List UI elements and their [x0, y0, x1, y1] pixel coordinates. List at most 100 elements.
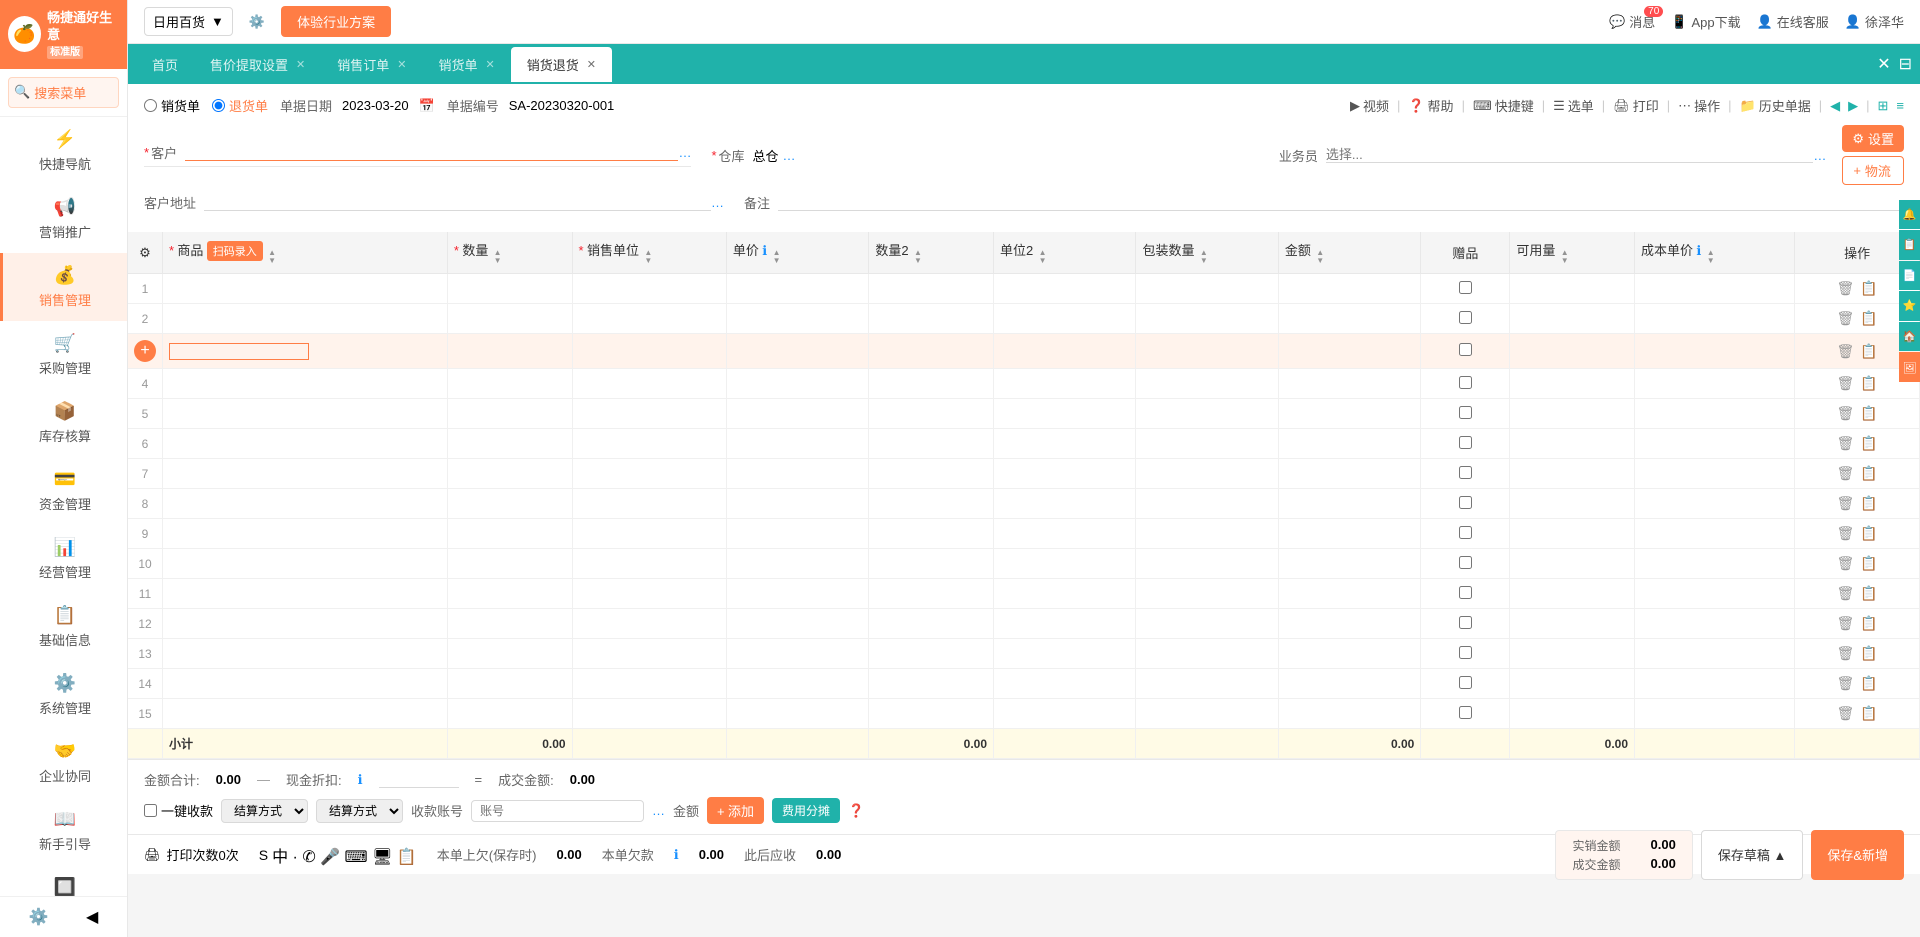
sidebar-item-finance[interactable]: 💳 资金管理	[0, 457, 127, 525]
unit2-sort[interactable]: ▲▼	[1039, 249, 1047, 265]
delete-row-2-btn[interactable]: 🗑	[1837, 310, 1855, 327]
amount-sort[interactable]: ▲▼	[1316, 249, 1324, 265]
right-panel-btn-5[interactable]: 🏠	[1899, 322, 1920, 351]
qty-sort[interactable]: ▲▼	[494, 249, 502, 265]
salesperson-dots-btn[interactable]: …	[1813, 148, 1826, 163]
copy-row-9-btn[interactable]: 📋	[1860, 525, 1877, 542]
save-new-button[interactable]: 保存&新增	[1811, 830, 1904, 880]
expenses-split-btn[interactable]: 费用分摊	[772, 798, 840, 823]
save-draft-button[interactable]: 保存草稿 ▲	[1701, 830, 1804, 880]
copy-row-10-btn[interactable]: 📋	[1860, 555, 1877, 572]
print-btn[interactable]: 🖨 打印	[1613, 96, 1659, 115]
shortcut-key-btn[interactable]: ⌨ 快捷键	[1473, 96, 1534, 115]
add-row-btn[interactable]: +	[134, 340, 156, 362]
delete-row-10-btn[interactable]: 🗑	[1837, 555, 1855, 572]
unit-sort[interactable]: ▲▼	[644, 249, 652, 265]
gift-checkbox-8[interactable]	[1459, 496, 1472, 509]
tab-menu-icon[interactable]: ⊟	[1899, 54, 1912, 74]
qty-cell-1[interactable]	[447, 274, 572, 304]
industry-select[interactable]: 日用百货 ▼	[144, 7, 233, 36]
sidebar-item-operation[interactable]: 📊 经营管理	[0, 525, 127, 593]
customer-input[interactable]	[185, 145, 678, 161]
radio-return-input[interactable]	[212, 99, 225, 112]
logistics-btn[interactable]: + 物流	[1842, 156, 1904, 185]
discount-info-icon[interactable]: ℹ	[358, 772, 363, 788]
salesperson-input[interactable]	[1326, 147, 1813, 163]
sidebar-item-basic[interactable]: 📋 基础信息	[0, 593, 127, 661]
gift-checkbox-1[interactable]	[1459, 281, 1472, 294]
copy-row-7-btn[interactable]: 📋	[1860, 465, 1877, 482]
sidebar-item-guide[interactable]: 📖 新手引导	[0, 797, 127, 865]
gift-checkbox-11[interactable]	[1459, 586, 1472, 599]
copy-row-3-btn[interactable]: 📋	[1860, 343, 1877, 360]
avail-sort[interactable]: ▲▼	[1561, 249, 1569, 265]
unit2-cell-3[interactable]	[994, 334, 1136, 369]
address-input[interactable]	[204, 195, 711, 211]
delete-row-6-btn[interactable]: 🗑	[1837, 435, 1855, 452]
tab-sales-return[interactable]: 销货退货 ✕	[511, 47, 612, 82]
gift-checkbox-12[interactable]	[1459, 616, 1472, 629]
qty2-sort[interactable]: ▲▼	[914, 249, 922, 265]
copy-row-13-btn[interactable]: 📋	[1860, 645, 1877, 662]
cost-cell-3[interactable]	[1635, 334, 1795, 369]
discount-input[interactable]	[379, 772, 459, 788]
collapse-icon[interactable]: ◀	[86, 907, 98, 927]
sidebar-item-enterprise[interactable]: 🤝 企业协同	[0, 729, 127, 797]
account-no-input[interactable]	[471, 800, 644, 822]
calendar-icon[interactable]: 📅	[419, 98, 435, 114]
pkg-cell-1[interactable]	[1136, 274, 1278, 304]
delete-row-7-btn[interactable]: 🗑	[1837, 465, 1855, 482]
delete-row-13-btn[interactable]: 🗑	[1837, 645, 1855, 662]
gift-checkbox-3[interactable]	[1459, 343, 1472, 356]
gift-checkbox-10[interactable]	[1459, 556, 1472, 569]
copy-row-12-btn[interactable]: 📋	[1860, 615, 1877, 632]
online-service-button[interactable]: 👤 在线客服	[1757, 12, 1829, 31]
grid-view-btn[interactable]: ⊞	[1878, 98, 1889, 114]
product-cell-3[interactable]	[163, 334, 448, 369]
expenses-info-icon[interactable]: ❓	[848, 803, 864, 819]
customer-dots-btn[interactable]: …	[678, 145, 691, 160]
cost-info-icon[interactable]: ℹ	[1696, 243, 1701, 258]
list-view-btn[interactable]: ≡	[1896, 98, 1904, 113]
close-tab-icon[interactable]: ✕	[1877, 54, 1890, 74]
delete-row-3-btn[interactable]: 🗑	[1837, 343, 1855, 360]
scan-enter-btn[interactable]: 扫码录入	[207, 241, 263, 261]
copy-row-8-btn[interactable]: 📋	[1860, 495, 1877, 512]
tab-home[interactable]: 首页	[136, 47, 194, 82]
gift-checkbox-7[interactable]	[1459, 466, 1472, 479]
gift-checkbox-6[interactable]	[1459, 436, 1472, 449]
pkg-sort[interactable]: ▲▼	[1200, 249, 1208, 265]
tab-close-sales-order[interactable]: ✕	[397, 58, 406, 71]
account-method-select[interactable]: 结算方式	[221, 799, 308, 823]
pkg-cell-3[interactable]	[1136, 334, 1278, 369]
qty2-cell-3[interactable]	[869, 334, 994, 369]
cost-sort[interactable]: ▲▼	[1707, 249, 1715, 265]
copy-row-5-btn[interactable]: 📋	[1860, 405, 1877, 422]
settings-gear-button[interactable]: ⚙️	[241, 10, 273, 34]
video-btn[interactable]: ▶ 视频	[1350, 96, 1389, 115]
gift-checkbox-13[interactable]	[1459, 646, 1472, 659]
delete-row-9-btn[interactable]: 🗑	[1837, 525, 1855, 542]
product-input-3[interactable]	[169, 343, 309, 360]
price-cell-1[interactable]	[726, 274, 868, 304]
sidebar-item-sales[interactable]: 💰 销售管理	[0, 253, 127, 321]
product-sort[interactable]: ▲▼	[268, 249, 276, 265]
tab-sales-order[interactable]: 销售订单 ✕	[321, 47, 422, 82]
copy-row-14-btn[interactable]: 📋	[1860, 675, 1877, 692]
cost-cell-2[interactable]	[1635, 304, 1795, 334]
calculate-method-select[interactable]: 结算方式	[316, 799, 403, 823]
product-cell-1[interactable]	[163, 274, 448, 304]
search-menu-button[interactable]: 🔍 搜索菜单	[8, 77, 119, 108]
gift-cell-1[interactable]	[1421, 274, 1510, 304]
amount-cell-1[interactable]	[1278, 274, 1420, 304]
tab-close-sales-delivery[interactable]: ✕	[486, 58, 495, 71]
account-dots-btn[interactable]: …	[652, 803, 665, 818]
amount-cell-3[interactable]	[1278, 334, 1420, 369]
help-btn[interactable]: ❓ 帮助	[1408, 96, 1453, 115]
sidebar-item-inventory[interactable]: 📦 库存核算	[0, 389, 127, 457]
tab-sales-delivery[interactable]: 销货单 ✕	[422, 47, 510, 82]
history-btn[interactable]: 📁 历史单据	[1740, 96, 1811, 115]
add-payment-btn[interactable]: + 添加	[707, 797, 764, 824]
sidebar-item-purchase[interactable]: 🛒 采购管理	[0, 321, 127, 389]
one-click-checkbox[interactable]	[144, 804, 157, 817]
